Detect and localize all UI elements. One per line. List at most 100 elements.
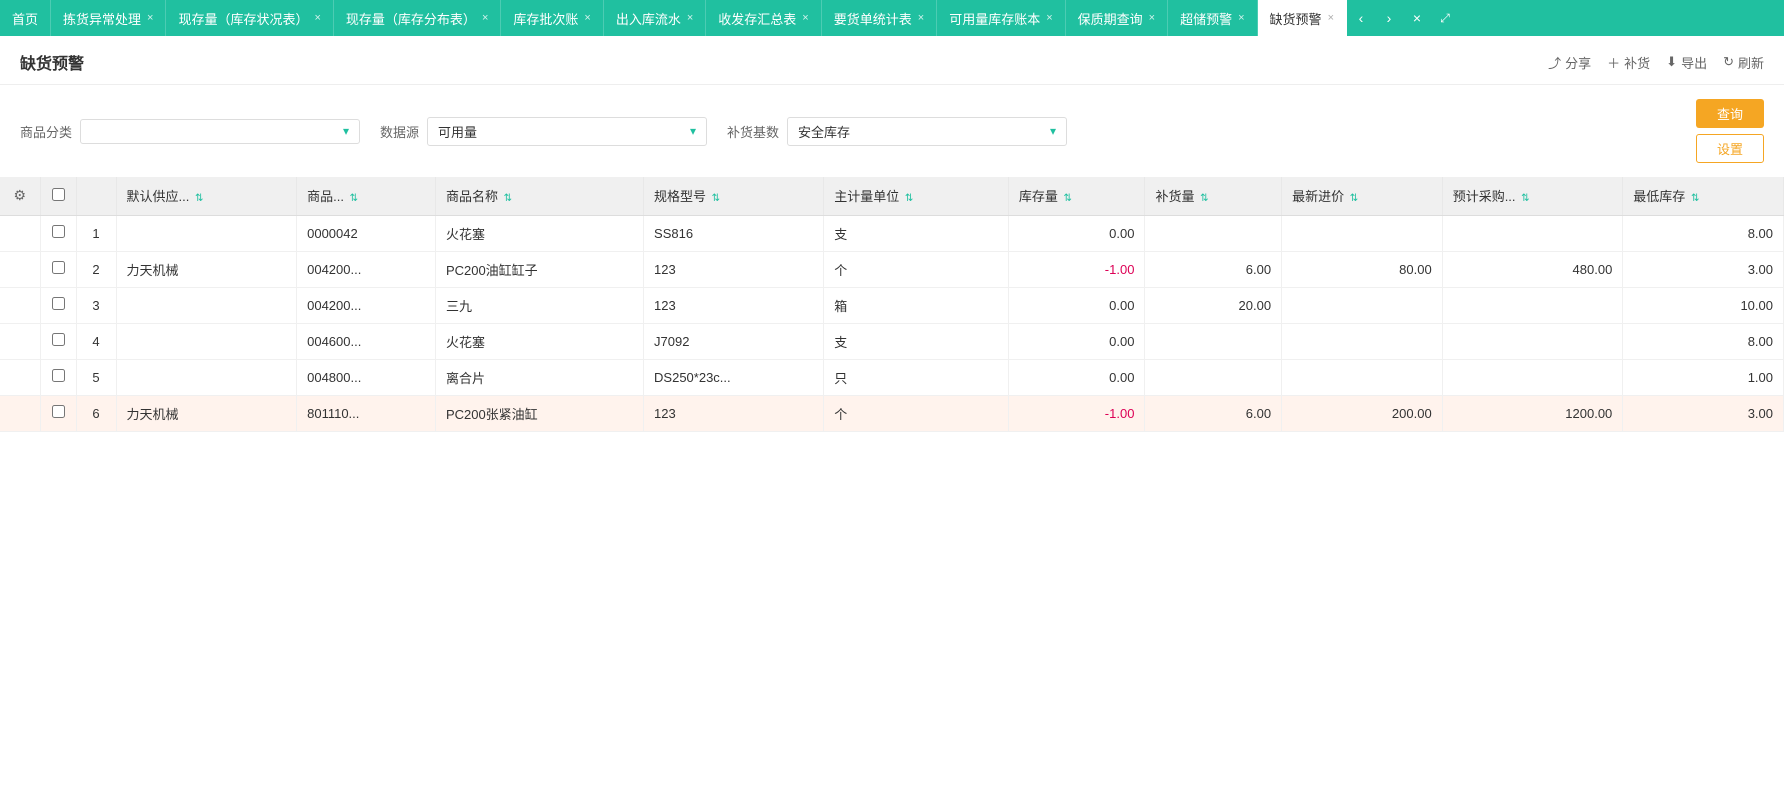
tab-close-collect-total[interactable]: × (802, 12, 808, 24)
th-stock: 库存量 ⇅ (1008, 177, 1145, 215)
row-settings-cell (0, 287, 40, 323)
row-latest-price: 200.00 (1282, 395, 1443, 431)
row-latest-price (1282, 359, 1443, 395)
row-settings-cell (0, 395, 40, 431)
sort-unit-icon[interactable]: ⇅ (905, 193, 913, 204)
replenish-base-arrow-icon: ▾ (1050, 124, 1056, 138)
row-checkbox[interactable] (52, 369, 65, 382)
row-stock: 0.00 (1008, 359, 1145, 395)
category-select[interactable]: ▾ (80, 119, 360, 144)
th-min-stock: 最低库存 ⇅ (1623, 177, 1784, 215)
row-replenish (1145, 215, 1282, 251)
row-check-cell (40, 287, 76, 323)
tab-close-inout-flow[interactable]: × (687, 12, 693, 24)
tab-close-all[interactable]: × (1403, 0, 1431, 36)
tab-home[interactable]: 首页 (0, 0, 51, 36)
refresh-action[interactable]: ↻ 刷新 (1723, 53, 1764, 72)
tab-close-order-stat[interactable]: × (918, 12, 924, 24)
tab-available-ledger[interactable]: 可用量库存账本 × (937, 0, 1065, 36)
tab-shortage[interactable]: 缺货预警 × (1258, 0, 1347, 36)
row-check-cell (40, 251, 76, 287)
tab-expiry-query[interactable]: 保质期查询 × (1066, 0, 1168, 36)
row-checkbox[interactable] (52, 405, 65, 418)
row-supplier (116, 359, 297, 395)
tab-batch-account[interactable]: 库存批次账 × (501, 0, 603, 36)
row-checkbox[interactable] (52, 297, 65, 310)
tab-inout-flow[interactable]: 出入库流水 × (604, 0, 706, 36)
th-check (40, 177, 76, 215)
row-index: 1 (76, 215, 116, 251)
table-gear-icon[interactable]: ⚙ (13, 187, 26, 203)
tab-inventory-status[interactable]: 现存量（库存状况表） × (166, 0, 333, 36)
tab-overstock[interactable]: 超储预警 × (1168, 0, 1257, 36)
row-settings-cell (0, 215, 40, 251)
row-replenish (1145, 323, 1282, 359)
replenish-action[interactable]: ＋ 补货 (1607, 53, 1650, 72)
row-index: 5 (76, 359, 116, 395)
row-sku: 004200... (297, 251, 436, 287)
row-check-cell (40, 323, 76, 359)
row-est-purchase: 1200.00 (1442, 395, 1623, 431)
tab-exception[interactable]: 拣货异常处理 × (51, 0, 166, 36)
row-checkbox[interactable] (52, 225, 65, 238)
tab-close-shortage[interactable]: × (1328, 12, 1334, 24)
main-content: 缺货预警 ⤴ 分享 ＋ 补货 ⬇ 导出 ↻ 刷新 商品分类 (0, 36, 1784, 796)
sort-supplier-icon[interactable]: ⇅ (195, 193, 203, 204)
row-checkbox[interactable] (52, 333, 65, 346)
sort-min-stock-icon[interactable]: ⇅ (1691, 193, 1699, 204)
table-body: 1 0000042 火花塞 SS816 支 0.00 8.00 2 力天机械 0… (0, 215, 1784, 431)
tab-close-exception[interactable]: × (147, 12, 153, 24)
query-button[interactable]: 查询 (1696, 99, 1764, 128)
row-min-stock: 3.00 (1623, 395, 1784, 431)
select-all-checkbox[interactable] (52, 188, 65, 201)
sort-latest-price-icon[interactable]: ⇅ (1350, 193, 1358, 204)
sort-sku-icon[interactable]: ⇅ (350, 193, 358, 204)
tab-inventory-dist[interactable]: 现存量（库存分布表） × (334, 0, 501, 36)
tab-close-available-ledger[interactable]: × (1046, 12, 1052, 24)
tab-close-batch-account[interactable]: × (584, 12, 590, 24)
th-replenish: 补货量 ⇅ (1145, 177, 1282, 215)
export-icon: ⬇ (1666, 54, 1677, 70)
row-min-stock: 8.00 (1623, 323, 1784, 359)
replenish-base-select[interactable]: 安全库存 ▾ (787, 117, 1067, 146)
row-stock: -1.00 (1008, 395, 1145, 431)
tab-nav-prev[interactable]: ‹ (1347, 0, 1375, 36)
row-sku: 801110... (297, 395, 436, 431)
tab-close-expiry-query[interactable]: × (1149, 12, 1155, 24)
row-supplier (116, 215, 297, 251)
settings-button[interactable]: 设置 (1696, 134, 1764, 163)
th-spec: 规格型号 ⇅ (644, 177, 824, 215)
tab-order-stat[interactable]: 要货单统计表 × (822, 0, 937, 36)
row-name: 三九 (435, 287, 643, 323)
sort-est-purchase-icon[interactable]: ⇅ (1521, 193, 1529, 204)
tab-fullscreen[interactable]: ⤢ (1431, 0, 1459, 36)
shortage-table: ⚙ 默认供应... ⇅ 商品... ⇅ 商品名称 (0, 177, 1784, 432)
row-settings-cell (0, 359, 40, 395)
share-action[interactable]: ⤴ 分享 (1548, 53, 1591, 72)
tab-close-inventory-status[interactable]: × (314, 12, 320, 24)
row-name: PC200张紧油缸 (435, 395, 643, 431)
sort-spec-icon[interactable]: ⇅ (712, 193, 720, 204)
tab-close-overstock[interactable]: × (1238, 12, 1244, 24)
row-checkbox[interactable] (52, 261, 65, 274)
row-sku: 004600... (297, 323, 436, 359)
row-index: 4 (76, 323, 116, 359)
sort-stock-icon[interactable]: ⇅ (1063, 193, 1071, 204)
row-stock: -1.00 (1008, 251, 1145, 287)
header-actions: ⤴ 分享 ＋ 补货 ⬇ 导出 ↻ 刷新 (1548, 53, 1764, 72)
page-title: 缺货预警 (20, 50, 84, 74)
tab-bar: 首页 拣货异常处理 × 现存量（库存状况表） × 现存量（库存分布表） × 库存… (0, 0, 1784, 36)
sort-name-icon[interactable]: ⇅ (504, 193, 512, 204)
export-action[interactable]: ⬇ 导出 (1666, 53, 1707, 72)
tab-close-inventory-dist[interactable]: × (482, 12, 488, 24)
filter-area: 商品分类 ▾ 数据源 可用量 ▾ 补货基数 安全库存 ▾ 查询 设置 (0, 85, 1784, 177)
data-source-select[interactable]: 可用量 ▾ (427, 117, 707, 146)
sort-replenish-icon[interactable]: ⇅ (1200, 193, 1208, 204)
tab-nav-next[interactable]: › (1375, 0, 1403, 36)
row-stock: 0.00 (1008, 287, 1145, 323)
page-header: 缺货预警 ⤴ 分享 ＋ 补货 ⬇ 导出 ↻ 刷新 (0, 36, 1784, 85)
tab-collect-total[interactable]: 收发存汇总表 × (706, 0, 821, 36)
row-latest-price: 80.00 (1282, 251, 1443, 287)
row-replenish: 6.00 (1145, 395, 1282, 431)
row-spec: SS816 (644, 215, 824, 251)
